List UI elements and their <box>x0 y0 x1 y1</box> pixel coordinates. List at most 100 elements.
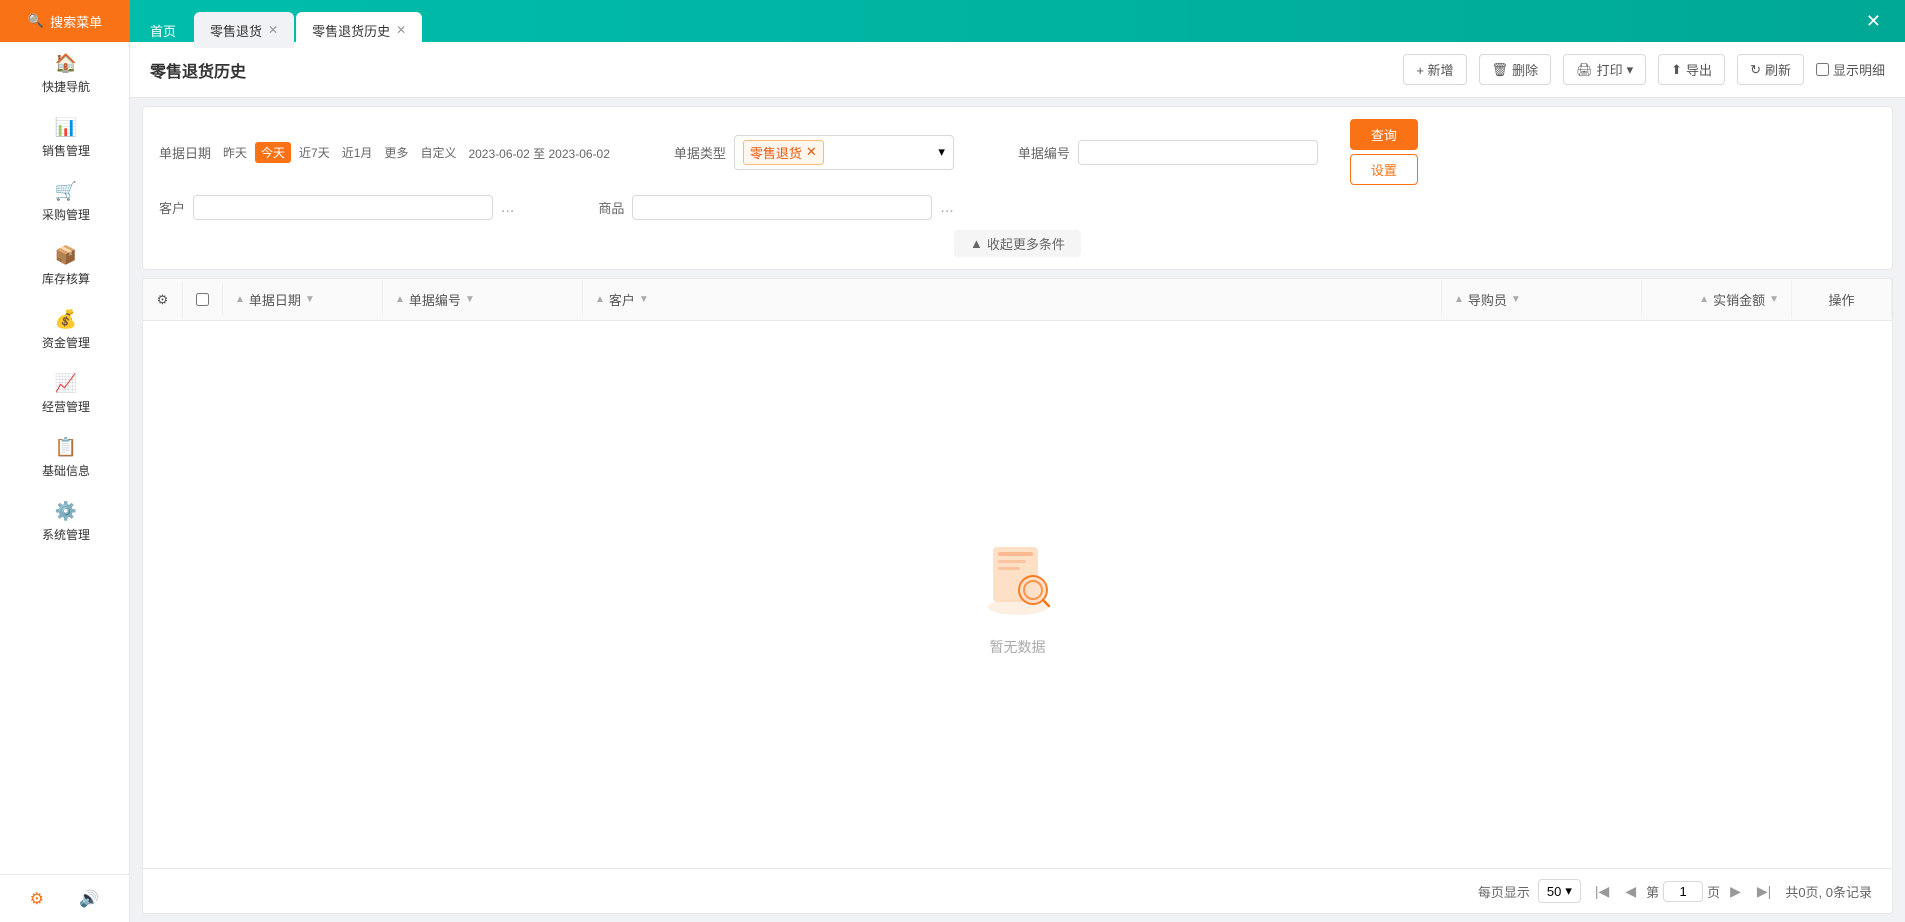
empty-text: 暂无数据 <box>990 637 1046 657</box>
show-detail-checkbox[interactable] <box>1816 63 1829 76</box>
filter-row-1: 单据日期 昨天 今天 近7天 近1月 更多 自定义 2023-06-02 至 2… <box>159 119 1876 185</box>
query-button[interactable]: 查询 <box>1350 119 1418 150</box>
window-close-button[interactable]: ✕ <box>1858 11 1889 32</box>
th-amount-label: 实销金额 <box>1713 290 1765 309</box>
th-operation-label: 操作 <box>1828 290 1854 309</box>
date-7days[interactable]: 近7天 <box>295 142 334 163</box>
sidebar-item-system[interactable]: ⚙️ 系统管理 <box>0 490 129 554</box>
th-voucher-no[interactable]: ▲ 单据编号 ▼ <box>383 280 583 319</box>
date-today[interactable]: 今天 <box>255 142 291 163</box>
sidebar-volume-icon[interactable]: 🔊 <box>79 889 99 909</box>
th-settings[interactable]: ⚙ <box>143 282 183 318</box>
top-bar-right: ✕ <box>1858 11 1905 32</box>
sales-label: 销售管理 <box>42 142 90 159</box>
prev-page-button[interactable]: ◀ <box>1619 881 1642 902</box>
sidebar-item-purchase[interactable]: 🛒 采购管理 <box>0 170 129 234</box>
sort-up-icon: ▲ <box>235 294 245 305</box>
page-title: 零售退货历史 <box>150 58 246 82</box>
voucher-sort-down: ▼ <box>465 294 475 305</box>
voucher-no-label: 单据编号 <box>1018 143 1070 162</box>
next-page-button[interactable]: ▶ <box>1724 881 1747 902</box>
print-chevron-icon: ▾ <box>1627 62 1634 78</box>
th-voucher-no-label: 单据编号 <box>409 290 461 309</box>
empty-state: 暂无数据 <box>143 321 1892 868</box>
tab-home[interactable]: 首页 <box>134 12 192 48</box>
filter-voucher-date: 单据日期 昨天 今天 近7天 近1月 更多 自定义 <box>159 142 460 163</box>
tab-retail-return-close[interactable]: ✕ <box>268 23 278 37</box>
export-button[interactable]: ⬆ 导出 <box>1658 54 1725 85</box>
date-more[interactable]: 更多 <box>380 142 412 163</box>
tab-retail-return-history[interactable]: 零售退货历史 ✕ <box>296 12 422 48</box>
filter-settings-button[interactable]: 设置 <box>1350 154 1418 185</box>
voucher-type-select[interactable]: 零售退货 ✕ ▾ <box>734 135 954 170</box>
customer-dots[interactable]: ... <box>501 199 514 217</box>
page-label: 第 <box>1646 882 1659 901</box>
toolbar: + 新增 🗑 删除 🖨 打印 ▾ ⬆ 导出 ↻ 刷新 <box>1403 54 1885 85</box>
th-guide[interactable]: ▲ 导购员 ▼ <box>1442 280 1642 319</box>
inventory-label: 库存核算 <box>42 270 90 287</box>
voucher-type-chevron: ▾ <box>938 144 945 160</box>
sidebar-item-basic-info[interactable]: 📋 基础信息 <box>0 426 129 490</box>
date-1month[interactable]: 近1月 <box>338 142 377 163</box>
sidebar-item-inventory[interactable]: 📦 库存核算 <box>0 234 129 298</box>
filter-area: 单据日期 昨天 今天 近7天 近1月 更多 自定义 2023-06-02 至 2… <box>142 106 1893 270</box>
date-yesterday[interactable]: 昨天 <box>219 142 251 163</box>
main-layout: 🏠 快捷导航 📊 销售管理 🛒 采购管理 📦 库存核算 💰 资金管理 📈 经营管… <box>0 42 1905 922</box>
quick-nav-label: 快捷导航 <box>42 78 90 95</box>
customer-input[interactable] <box>193 195 493 220</box>
sidebar-settings-icon[interactable]: ⚙ <box>30 889 44 909</box>
export-button-label: 导出 <box>1686 60 1712 79</box>
customer-sort-up: ▲ <box>595 294 605 305</box>
delete-button-label: 删除 <box>1512 60 1538 79</box>
voucher-type-remove[interactable]: ✕ <box>806 144 817 160</box>
query-settings-group: 查询 设置 <box>1350 119 1418 185</box>
search-label: 搜索菜单 <box>50 12 102 31</box>
sidebar-item-quick-nav[interactable]: 🏠 快捷导航 <box>0 42 129 106</box>
purchase-icon: 🛒 <box>55 181 77 202</box>
print-button-label: 打印 <box>1597 60 1623 79</box>
export-icon: ⬆ <box>1671 62 1682 78</box>
collapse-button[interactable]: ▲ 收起更多条件 <box>954 230 1081 257</box>
per-page-select[interactable]: 50 ▾ <box>1538 879 1581 903</box>
system-label: 系统管理 <box>42 526 90 543</box>
date-custom[interactable]: 自定义 <box>416 142 460 163</box>
sidebar-item-operations[interactable]: 📈 经营管理 <box>0 362 129 426</box>
th-date[interactable]: ▲ 单据日期 ▼ <box>223 280 383 319</box>
th-guide-label: 导购员 <box>1468 290 1507 309</box>
print-button[interactable]: 🖨 打印 ▾ <box>1563 54 1646 85</box>
first-page-button[interactable]: |◀ <box>1589 881 1615 902</box>
sidebar-item-finance[interactable]: 💰 资金管理 <box>0 298 129 362</box>
th-checkbox[interactable] <box>183 283 223 316</box>
sidebar-bottom: ⚙ 🔊 <box>0 874 129 922</box>
sales-icon: 📊 <box>55 117 77 138</box>
tab-retail-return-history-close[interactable]: ✕ <box>396 23 406 37</box>
show-detail-toggle[interactable]: 显示明细 <box>1816 60 1885 79</box>
settings-icon: ⚙ <box>157 292 169 308</box>
new-button[interactable]: + 新增 <box>1403 54 1466 85</box>
last-page-button[interactable]: ▶| <box>1751 881 1777 902</box>
page-number-input[interactable] <box>1663 881 1703 902</box>
show-detail-label: 显示明细 <box>1833 60 1885 79</box>
th-amount[interactable]: ▲ 实销金额 ▼ <box>1642 280 1792 319</box>
th-operation: 操作 <box>1792 280 1892 319</box>
collapse-up-icon: ▲ <box>970 236 983 251</box>
delete-button[interactable]: 🗑 删除 <box>1479 54 1552 85</box>
select-all-checkbox[interactable] <box>196 293 209 306</box>
voucher-date-label: 单据日期 <box>159 143 211 162</box>
sidebar-item-sales[interactable]: 📊 销售管理 <box>0 106 129 170</box>
page-info: 第 页 <box>1646 881 1720 902</box>
date-range-text: 2023-06-02 至 2023-06-02 <box>468 145 609 162</box>
tab-retail-return[interactable]: 零售退货 ✕ <box>194 12 294 48</box>
refresh-button[interactable]: ↻ 刷新 <box>1737 54 1804 85</box>
search-area[interactable]: 🔍 搜索菜单 <box>0 0 130 42</box>
tab-retail-return-label: 零售退货 <box>210 21 262 40</box>
filter-date-range-display: 2023-06-02 至 2023-06-02 <box>468 143 609 162</box>
voucher-sort-up: ▲ <box>395 294 405 305</box>
pagination: 每页显示 50 ▾ |◀ ◀ 第 页 ▶ ▶| 共0页, 0条记录 <box>143 868 1892 913</box>
th-customer[interactable]: ▲ 客户 ▼ <box>583 280 1442 319</box>
th-date-label: 单据日期 <box>249 290 301 309</box>
voucher-no-input[interactable] <box>1078 140 1318 165</box>
amount-sort-up: ▲ <box>1699 294 1709 305</box>
goods-dots[interactable]: ... <box>940 199 953 217</box>
goods-input[interactable] <box>632 195 932 220</box>
